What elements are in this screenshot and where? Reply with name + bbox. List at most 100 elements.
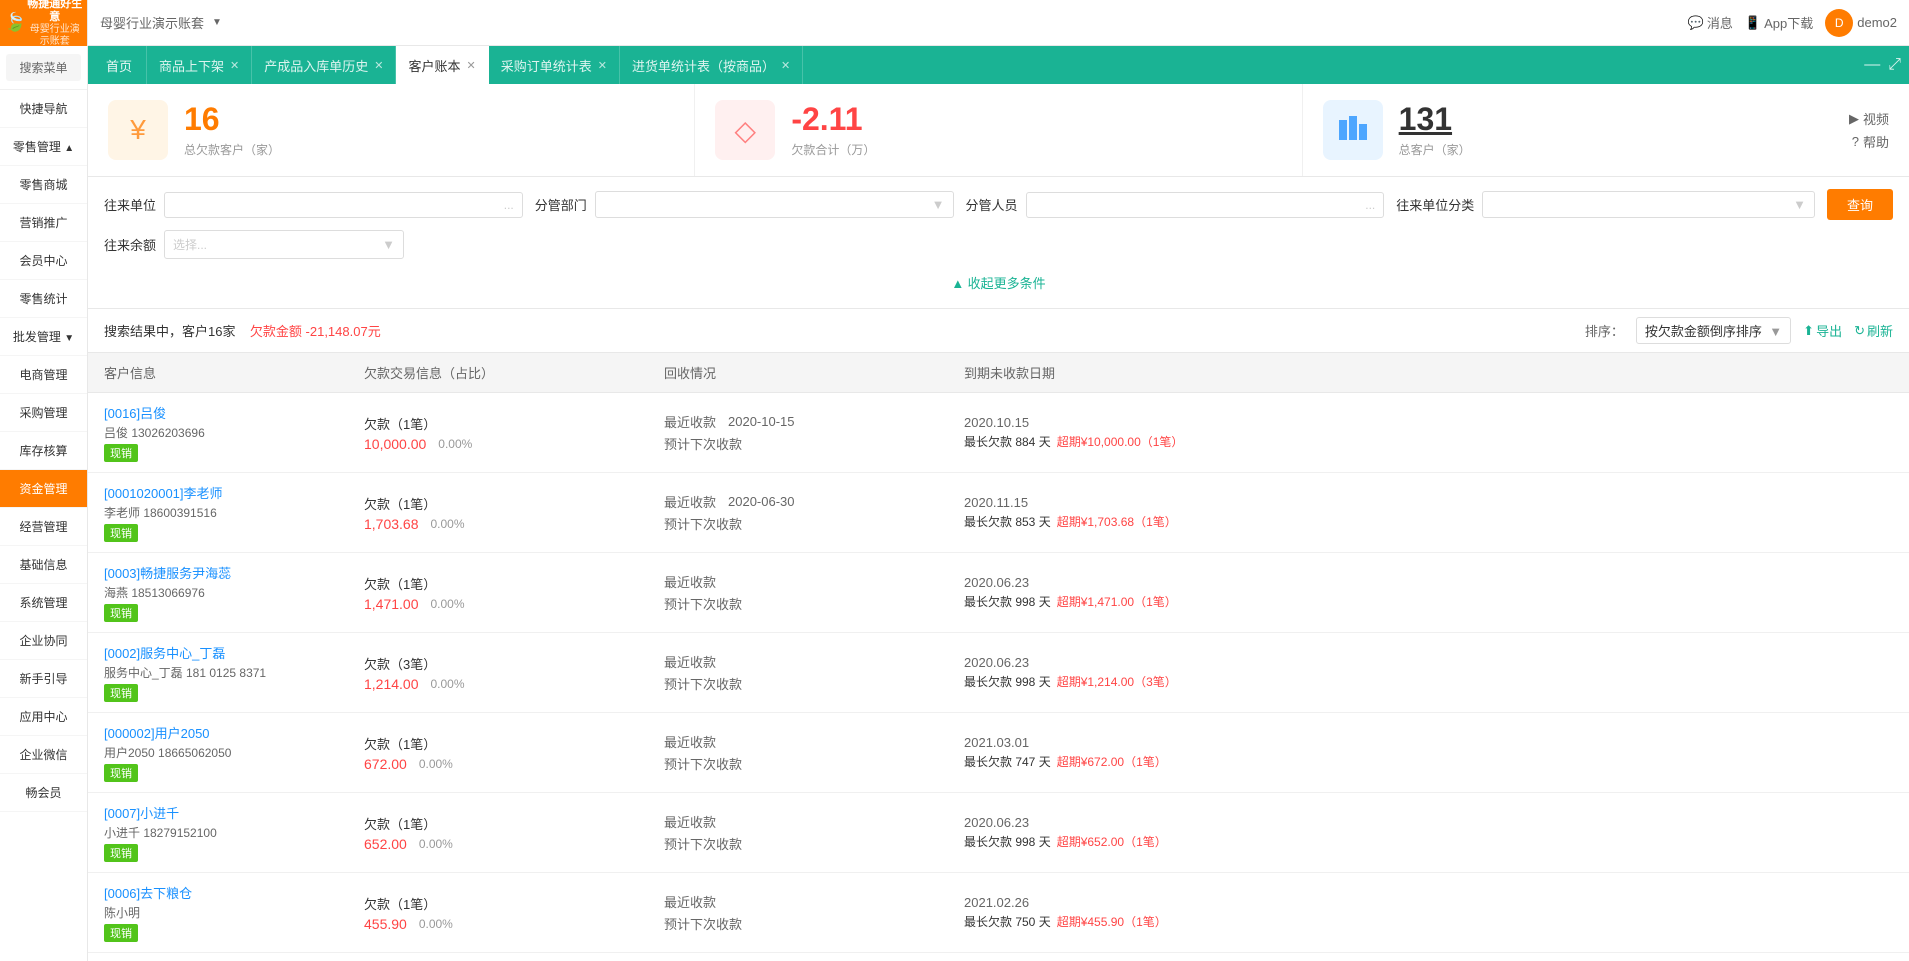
debt-amount-0[interactable]: 10,000.00 [364,436,426,452]
sidebar-item-wechat[interactable]: 企业微信 [0,736,87,774]
sidebar-item-retail-mgmt[interactable]: 零售管理 ▲ [0,128,87,166]
debt-amount-3[interactable]: 1,214.00 [364,676,419,692]
app-download-btn[interactable]: 📱 App下载 [1745,13,1813,32]
tab-inventory-stat[interactable]: 进货单统计表（按商品） ✕ [620,46,803,84]
table-row: [0002]服务中心_丁磊 服务中心_丁磊 181 0125 8371 现销 欠… [88,633,1909,713]
customer-name-4[interactable]: [000002]用户2050 [104,726,210,741]
video-btn[interactable]: ▶ 视频 [1849,109,1889,128]
filter-balance: 往来余额 选择... ▼ [104,230,404,259]
debt-percent-3: 0.00% [431,677,465,691]
maximize-icon[interactable]: ⤢ [1888,56,1901,74]
collapse-label: 收起更多条件 [968,276,1046,291]
tab-close-icon[interactable]: ✕ [781,59,790,72]
export-button[interactable]: ⬆ 导出 [1803,321,1842,340]
overdue-amount-4[interactable]: 超期¥672.00（1笔） [1057,753,1167,770]
sidebar-item-member2[interactable]: 畅会员 [0,774,87,812]
due-cell-6: 2021.02.26 最长欠款 750 天 超期¥455.90（1笔） [948,873,1909,953]
debt-amount-4[interactable]: 672.00 [364,756,407,772]
main-content: 母婴行业演示账套 ▼ 💬 消息 📱 App下载 D demo2 首页 商品上下架… [88,0,1909,961]
source-unit-input[interactable]: ... [164,192,523,218]
overdue-amount-5[interactable]: 超期¥652.00（1笔） [1057,833,1167,850]
tab-close-icon[interactable]: ✕ [598,59,607,72]
tab-produce-history[interactable]: 产成品入库单历史 ✕ [252,46,396,84]
sidebar-item-ecommerce[interactable]: 电商管理 [0,356,87,394]
sidebar-item-member[interactable]: 会员中心 [0,242,87,280]
app-logo: 🍃 畅捷通好生意 母婴行业演示账套 [0,0,87,46]
overdue-amount-1[interactable]: 超期¥1,703.68（1笔） [1057,513,1177,530]
help-btn[interactable]: ? 帮助 [1852,132,1889,151]
tab-product-onoff[interactable]: 商品上下架 ✕ [147,46,252,84]
overdue-amount-2[interactable]: 超期¥1,471.00（1笔） [1057,593,1177,610]
customer-contact-4: 用户2050 18665062050 [104,744,332,761]
last-collect-label-0: 最近收款 [664,412,716,431]
customer-name-3[interactable]: [0002]服务中心_丁磊 [104,646,225,661]
customer-name-6[interactable]: [0006]去下粮仓 [104,886,192,901]
sort-select[interactable]: 按欠款金额倒序排序 ▼ [1636,317,1791,344]
sidebar-item-quick-nav[interactable]: 快捷导航 [0,90,87,128]
customer-contact-2: 海燕 18513066976 [104,584,332,601]
sidebar-item-basic[interactable]: 基础信息 [0,546,87,584]
search-menu-button[interactable]: 搜索菜单 [6,54,81,81]
debt-count-3: 欠款（3笔） [364,654,632,673]
customer-name-0[interactable]: [0016]吕俊 [104,406,166,421]
tab-close-icon[interactable]: ✕ [230,59,239,72]
customer-name-1[interactable]: [0001020001]李老师 [104,486,223,501]
header-left: 母婴行业演示账套 ▼ [100,13,222,32]
sidebar-item-apps[interactable]: 应用中心 [0,698,87,736]
sidebar-item-retail-mall[interactable]: 零售商城 [0,166,87,204]
debt-cell-4: 欠款（1笔） 672.00 0.00% [348,713,648,793]
dept-label: 分管部门 [535,195,587,214]
message-icon: 💬 [1688,15,1704,31]
stat-content-debt: 16 总欠款客户（家） [184,102,674,158]
debt-amount-2[interactable]: 1,471.00 [364,596,419,612]
customer-cell-3: [0002]服务中心_丁磊 服务中心_丁磊 181 0125 8371 现销 [88,633,348,713]
due-cell-1: 2020.11.15 最长欠款 853 天 超期¥1,703.68（1笔） [948,473,1909,553]
customer-contact-3: 服务中心_丁磊 181 0125 8371 [104,664,332,681]
debt-amount-5[interactable]: 652.00 [364,836,407,852]
sidebar-item-operation[interactable]: 经营管理 [0,508,87,546]
sidebar-item-inventory[interactable]: 库存核算 [0,432,87,470]
customer-tag-4: 现销 [104,764,138,782]
col-header-due: 到期未收款日期 [948,353,1909,393]
refresh-button[interactable]: ↻ 刷新 [1854,321,1893,340]
sidebar-item-batch-mgmt[interactable]: 批发管理 ▼ [0,318,87,356]
tab-purchase-stat[interactable]: 采购订单统计表 ✕ [489,46,620,84]
sidebar-item-finance[interactable]: 资金管理 [0,470,87,508]
customer-name-5[interactable]: [0007]小进千 [104,806,179,821]
manager-input[interactable]: ... [1026,192,1385,218]
overdue-amount-0[interactable]: 超期¥10,000.00（1笔） [1057,433,1184,450]
debt-amount-6[interactable]: 455.90 [364,916,407,932]
sidebar-item-system[interactable]: 系统管理 [0,584,87,622]
table-header-row: 客户信息 欠款交易信息（占比） 回收情况 到期未收款日期 [88,353,1909,393]
sidebar-item-purchase[interactable]: 采购管理 [0,394,87,432]
debt-amount-1[interactable]: 1,703.68 [364,516,419,532]
user-menu[interactable]: D demo2 [1825,9,1897,37]
last-collect-label-2: 最近收款 [664,572,716,591]
sidebar-item-marketing[interactable]: 营销推广 [0,204,87,242]
table-row: [000001]黄思源 黄思源 13552700226 现销 欠款（1笔） 42… [88,953,1909,961]
tab-home[interactable]: 首页 [92,46,147,84]
unit-category-select[interactable]: ▼ [1482,191,1815,218]
help-icon: ? [1852,134,1859,149]
next-collect-label-4: 预计下次收款 [664,757,742,772]
sidebar-item-corp[interactable]: 企业协同 [0,622,87,660]
overdue-amount-6[interactable]: 超期¥455.90（1笔） [1057,913,1167,930]
tab-close-icon[interactable]: ✕ [374,59,383,72]
dept-select[interactable]: ▼ [595,191,954,218]
last-collect-date-0: 2020-10-15 [728,414,795,429]
balance-select[interactable]: 选择... ▼ [164,230,404,259]
sidebar-item-retail-stat[interactable]: 零售统计 [0,280,87,318]
collapse-up-icon: ▲ [951,276,964,291]
stat-content-customers: 131 总客户（家） [1399,102,1833,158]
total-customers-number: 131 [1399,102,1833,137]
minimize-icon[interactable]: — [1864,56,1880,74]
tab-close-icon[interactable]: ✕ [467,59,476,72]
customer-contact-0: 吕俊 13026203696 [104,424,332,441]
tab-customer-account[interactable]: 客户账本 ✕ [396,46,488,84]
customer-name-2[interactable]: [0003]畅捷服务尹海蕊 [104,566,231,581]
overdue-amount-3[interactable]: 超期¥1,214.00（3笔） [1057,673,1177,690]
search-button[interactable]: 查询 [1827,189,1893,220]
message-btn[interactable]: 💬 消息 [1688,13,1733,32]
sidebar-item-guide[interactable]: 新手引导 [0,660,87,698]
collapse-bar[interactable]: ▲ 收起更多条件 [104,269,1893,296]
